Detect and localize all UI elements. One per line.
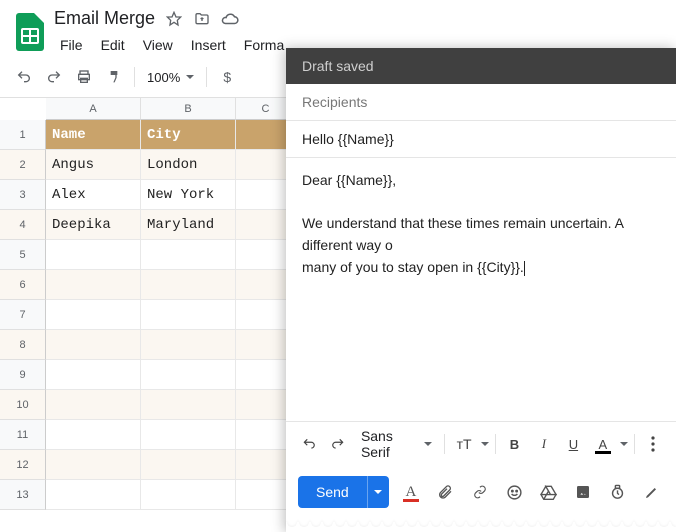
row-header[interactable]: 12: [0, 450, 46, 480]
compose-status: Draft saved: [286, 48, 676, 84]
send-options-caret[interactable]: [367, 476, 389, 508]
pen-icon[interactable]: [640, 479, 664, 505]
send-button-label: Send: [298, 476, 367, 508]
cell[interactable]: [46, 480, 141, 510]
undo-icon[interactable]: [10, 63, 38, 91]
cell[interactable]: [46, 330, 141, 360]
emoji-icon[interactable]: [502, 479, 526, 505]
col-header[interactable]: B: [141, 98, 236, 120]
link-icon[interactable]: [468, 479, 492, 505]
row-header[interactable]: 13: [0, 480, 46, 510]
confidential-icon[interactable]: [605, 479, 629, 505]
cell[interactable]: Name: [46, 120, 141, 150]
font-family-label: Sans Serif: [361, 428, 419, 460]
text-color-caret[interactable]: [620, 442, 628, 446]
font-size-icon[interactable]: тT: [451, 431, 476, 457]
row-header[interactable]: 4: [0, 210, 46, 240]
recipients-field[interactable]: Recipients: [286, 84, 676, 121]
currency-button[interactable]: $: [213, 63, 241, 91]
menu-bar: File Edit View Insert Forma: [48, 29, 292, 59]
cell[interactable]: City: [141, 120, 236, 150]
attach-icon[interactable]: [433, 479, 457, 505]
drive-icon[interactable]: [536, 479, 560, 505]
sheets-logo-icon: [12, 8, 48, 56]
row-header[interactable]: 7: [0, 300, 46, 330]
italic-button[interactable]: I: [531, 431, 556, 457]
cell[interactable]: [141, 480, 236, 510]
send-button[interactable]: Send: [298, 476, 389, 508]
row-header[interactable]: 8: [0, 330, 46, 360]
menu-insert[interactable]: Insert: [183, 33, 234, 57]
cell[interactable]: [46, 390, 141, 420]
cell[interactable]: [46, 360, 141, 390]
cell[interactable]: [46, 270, 141, 300]
cell[interactable]: [46, 450, 141, 480]
cell[interactable]: Alex: [46, 180, 141, 210]
move-to-folder-icon[interactable]: [193, 10, 211, 28]
cell[interactable]: [141, 270, 236, 300]
photo-icon[interactable]: [571, 479, 595, 505]
text-format-icon[interactable]: A: [399, 479, 423, 505]
underline-button[interactable]: U: [561, 431, 586, 457]
text-color-button[interactable]: A: [590, 431, 615, 457]
doc-title[interactable]: Email Merge: [54, 8, 155, 29]
bold-button[interactable]: B: [502, 431, 527, 457]
row-header[interactable]: 1: [0, 120, 46, 150]
redo-icon[interactable]: [40, 63, 68, 91]
print-icon[interactable]: [70, 63, 98, 91]
menu-view[interactable]: View: [135, 33, 181, 57]
compose-body[interactable]: Dear {{Name}}, We understand that these …: [286, 158, 676, 421]
cell[interactable]: [46, 300, 141, 330]
menu-edit[interactable]: Edit: [93, 33, 133, 57]
compose-undo-icon[interactable]: [296, 431, 321, 457]
compose-redo-icon[interactable]: [325, 431, 350, 457]
cell[interactable]: London: [141, 150, 236, 180]
more-vertical-icon[interactable]: [641, 431, 666, 457]
cell[interactable]: [141, 330, 236, 360]
col-header[interactable]: A: [46, 98, 141, 120]
cell[interactable]: Angus: [46, 150, 141, 180]
subject-field[interactable]: Hello {{Name}}: [286, 121, 676, 158]
compose-format-toolbar: Sans Serif тT B I U A: [286, 421, 676, 466]
row-header[interactable]: 11: [0, 420, 46, 450]
zoom-value: 100%: [147, 70, 180, 85]
compose-body-text: Dear {{Name}}, We understand that these …: [302, 172, 627, 275]
compose-actions: Send A: [286, 466, 676, 522]
menu-file[interactable]: File: [52, 33, 91, 57]
zoom-selector[interactable]: 100%: [141, 70, 200, 85]
cell[interactable]: [141, 420, 236, 450]
cell[interactable]: [141, 390, 236, 420]
compose-panel: Draft saved Recipients Hello {{Name}} De…: [286, 48, 676, 532]
row-header[interactable]: 3: [0, 180, 46, 210]
cell[interactable]: Deepika: [46, 210, 141, 240]
cell[interactable]: [141, 360, 236, 390]
row-header[interactable]: 6: [0, 270, 46, 300]
row-header[interactable]: 2: [0, 150, 46, 180]
paint-format-icon[interactable]: [100, 63, 128, 91]
cell[interactable]: [46, 420, 141, 450]
cell[interactable]: [46, 240, 141, 270]
star-icon[interactable]: [165, 10, 183, 28]
font-size-caret[interactable]: [481, 442, 489, 446]
cell[interactable]: New York: [141, 180, 236, 210]
row-header[interactable]: 9: [0, 360, 46, 390]
row-header[interactable]: 10: [0, 390, 46, 420]
font-family-picker[interactable]: Sans Serif: [355, 428, 439, 460]
cell[interactable]: Maryland: [141, 210, 236, 240]
row-header[interactable]: 5: [0, 240, 46, 270]
menu-format[interactable]: Forma: [236, 33, 292, 57]
cloud-status-icon[interactable]: [221, 10, 239, 28]
cell[interactable]: [141, 450, 236, 480]
cell[interactable]: [141, 240, 236, 270]
cell[interactable]: [141, 300, 236, 330]
